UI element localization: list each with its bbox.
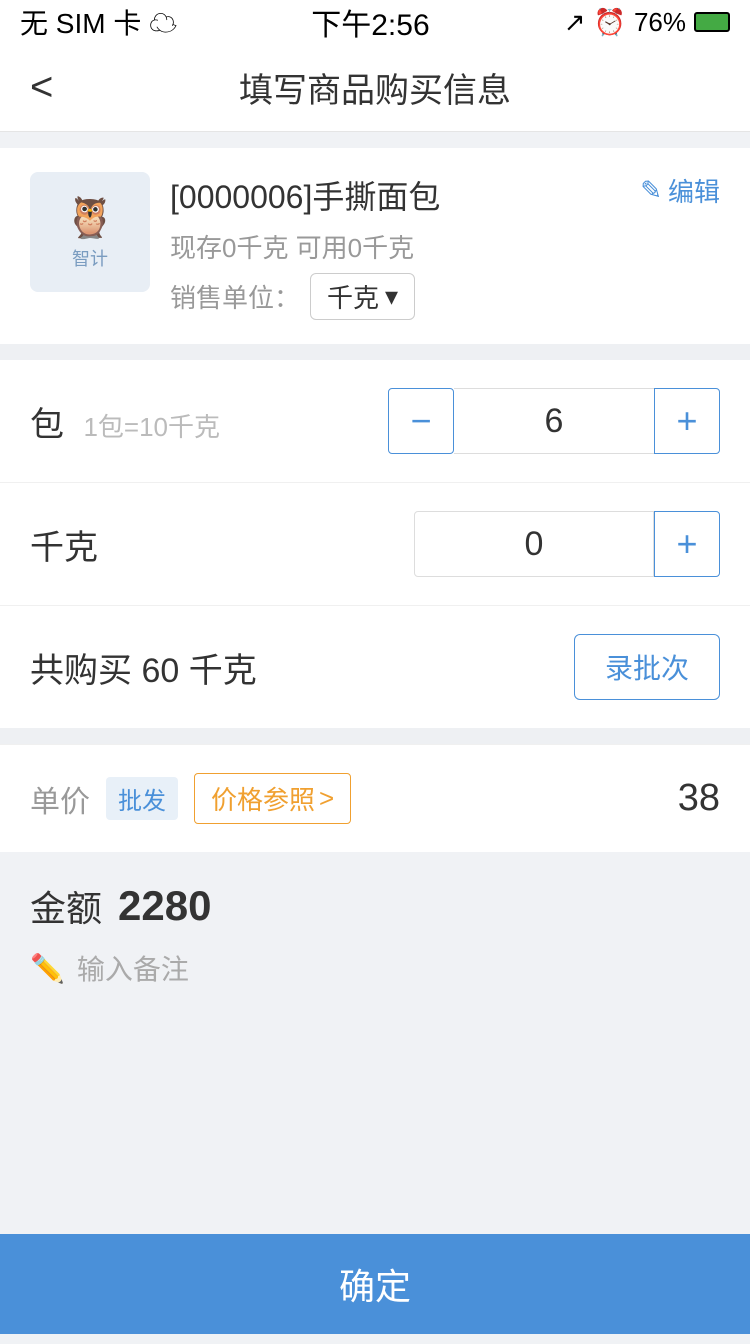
- input-section: 包 1包=10千克 − + 千克 +: [0, 360, 750, 606]
- amount-section: 金额 2280 ✏️ 输入备注: [0, 852, 750, 1004]
- status-bar: 无 SIM 卡 ☁ 下午2:56 ↗ ⏰ 76%: [0, 0, 750, 44]
- amount-row: 金额 2280: [30, 880, 720, 932]
- alarm-icon: ⏰: [594, 7, 626, 38]
- kg-quantity-input[interactable]: [414, 511, 654, 577]
- battery-icon: [694, 12, 730, 32]
- price-ref-button[interactable]: 价格参照 >: [194, 773, 351, 824]
- bag-quantity-control: − +: [388, 388, 720, 454]
- product-stock: 现存0千克 可用0千克: [170, 228, 720, 265]
- nav-bar: < 填写商品购买信息: [0, 44, 750, 132]
- product-info: [0000006]手撕面包 ✎ 编辑 现存0千克 可用0千克 销售单位： 千克 …: [170, 172, 720, 320]
- price-section: 单价 批发 价格参照 > 38: [0, 744, 750, 852]
- kg-input-row: 千克 +: [0, 483, 750, 606]
- status-right: ↗ ⏰ 76%: [564, 7, 730, 38]
- product-logo-icon: 🦉: [65, 194, 115, 241]
- total-row: 共购买 60 千克 录批次: [0, 606, 750, 728]
- product-name: [0000006]手撕面包: [170, 172, 440, 218]
- kg-plus-button[interactable]: +: [654, 511, 720, 577]
- bag-quantity-input[interactable]: [454, 388, 654, 454]
- edit-button[interactable]: ✎ 编辑: [640, 172, 720, 209]
- amount-label: 金额: [30, 880, 102, 932]
- amount-value: 2280: [118, 882, 211, 930]
- divider-1: [0, 344, 750, 360]
- status-time: 下午2:56: [311, 0, 429, 44]
- confirm-button[interactable]: 确定: [0, 1234, 750, 1334]
- bag-plus-button[interactable]: +: [654, 388, 720, 454]
- brand-label: 智计: [72, 245, 108, 271]
- unit-select[interactable]: 千克 ▾: [310, 273, 415, 320]
- price-ref-label: 价格参照: [211, 780, 315, 817]
- product-image: 🦉 智计: [30, 172, 150, 292]
- sim-text: 无 SIM 卡 ☁: [20, 2, 177, 42]
- kg-quantity-control: +: [414, 511, 720, 577]
- product-unit: 销售单位： 千克 ▾: [170, 273, 720, 320]
- batch-button[interactable]: 录批次: [574, 634, 720, 700]
- chevron-right-icon: >: [319, 783, 334, 814]
- battery-text: 76%: [634, 7, 686, 38]
- back-button[interactable]: <: [30, 65, 90, 110]
- edit-label: 编辑: [668, 172, 720, 209]
- bag-input-row: 包 1包=10千克 − +: [0, 360, 750, 483]
- note-row[interactable]: ✏️ 输入备注: [30, 948, 720, 988]
- bag-minus-button[interactable]: −: [388, 388, 454, 454]
- chevron-down-icon: ▾: [385, 281, 398, 312]
- navigation-icon: ↗: [564, 7, 586, 38]
- bag-label: 包 1包=10千克: [30, 397, 388, 446]
- status-left: 无 SIM 卡 ☁: [20, 2, 177, 42]
- pencil-icon: ✏️: [30, 952, 65, 985]
- edit-icon: ✎: [640, 175, 662, 206]
- bag-hint: 1包=10千克: [83, 412, 220, 442]
- divider-2: [0, 728, 750, 744]
- price-label: 单价: [30, 777, 90, 821]
- product-card: 🦉 智计 [0000006]手撕面包 ✎ 编辑 现存0千克 可用0千克 销售单位…: [0, 148, 750, 344]
- price-tag: 批发: [106, 777, 178, 820]
- note-placeholder: 输入备注: [77, 948, 189, 988]
- total-text: 共购买 60 千克: [30, 643, 257, 692]
- page-title: 填写商品购买信息: [239, 63, 511, 112]
- price-value: 38: [678, 777, 720, 820]
- kg-label: 千克: [30, 520, 414, 569]
